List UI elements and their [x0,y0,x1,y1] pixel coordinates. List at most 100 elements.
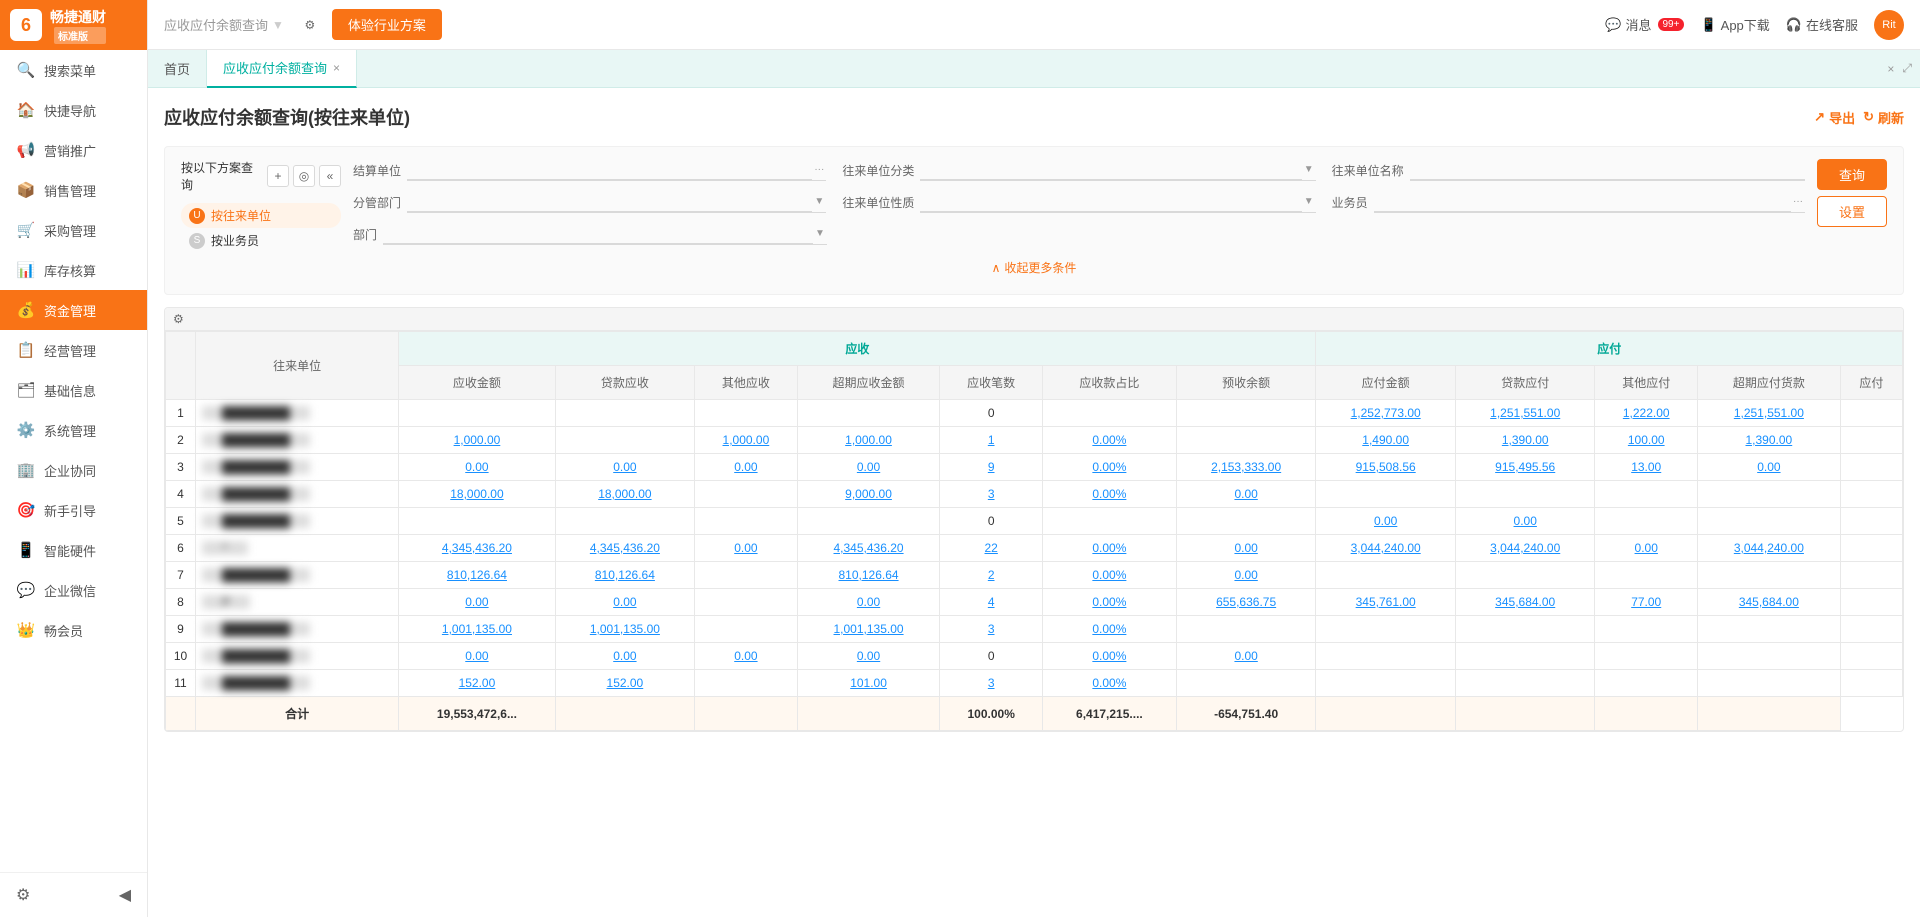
tab-close-icon[interactable]: × [333,61,340,75]
row-ar-count: 4 [940,589,1042,616]
division-label: 分管部门 [353,194,401,211]
app-download-button[interactable]: 📱 App下载 [1700,15,1769,34]
row-ar-amount [399,400,555,427]
collapse-label: 收起更多条件 [1004,259,1076,276]
sidebar-item-member[interactable]: 👑 畅会员 [0,610,147,650]
sidebar-item-basic-info[interactable]: 🗂 基础信息 [0,370,147,410]
row-ar-amount: 152.00 [399,670,555,697]
col-ap-other-header: 其他应付 [1595,366,1697,400]
division-down-icon[interactable]: ▼ [812,196,826,207]
footer-ar-ratio: 100.00% [940,697,1042,731]
add-filter-btn[interactable]: + [267,165,289,187]
collapse-filter-btn[interactable]: « [319,165,341,187]
col-ap-overdue-header: 超期应付货款 [1697,366,1840,400]
sidebar-item-enterprise[interactable]: 🏢 企业协同 [0,450,147,490]
service-button[interactable]: 🎧 在线客服 [1786,15,1858,34]
sidebar-item-sales[interactable]: 📦 销售管理 [0,170,147,210]
query-button[interactable]: 查询 [1817,159,1887,190]
service-label: 在线客服 [1806,15,1858,34]
quick-nav-icon: 🏠 [16,100,36,120]
sidebar-settings-btn[interactable]: ⚙ [16,885,30,905]
scheme-by-staff[interactable]: S 按业务员 [181,228,341,253]
partner-nature-input-wrap: ▼ [920,191,1315,213]
sidebar-item-wechat[interactable]: 💬 企业微信 [0,570,147,610]
row-ap-loan: 915,495.56 [1455,454,1595,481]
row-ap-col [1840,643,1902,670]
settlement-unit-more-icon[interactable]: ··· [812,164,826,175]
row-ar-advance: 655,636.75 [1176,589,1316,616]
sidebar-item-purchase[interactable]: 🛒 采购管理 [0,210,147,250]
message-label: 消息 [1625,15,1651,34]
sidebar-item-system[interactable]: ⚙️ 系统管理 [0,410,147,450]
department-input[interactable] [383,223,813,244]
tab-home[interactable]: 首页 [148,50,207,88]
row-ar-count: 2 [940,562,1042,589]
scheme-by-unit[interactable]: U 按往来单位 [181,203,341,228]
sidebar-label-enterprise: 企业协同 [44,461,96,480]
salesperson-input[interactable] [1374,191,1791,212]
row-ap-overdue: 345,684.00 [1697,589,1840,616]
sidebar-item-quick-nav[interactable]: 🏠 快捷导航 [0,90,147,130]
footer-label: 合计 [196,697,399,731]
smart-icon: 📱 [16,540,36,560]
row-ap-other: 13.00 [1595,454,1697,481]
field-department: 部门 ▼ [353,223,827,245]
set-button[interactable]: 设置 [1817,196,1887,227]
inventory-icon: 📊 [16,260,36,280]
sidebar-item-inventory[interactable]: 📊 库存核算 [0,250,147,290]
row-ar-loan: 152.00 [555,670,695,697]
partner-name-input[interactable] [1410,159,1805,180]
salesperson-more-icon[interactable]: ··· [1791,196,1805,207]
tab-close-window-icon[interactable]: × [1887,62,1894,76]
table-settings-icon[interactable]: ⚙ [173,312,184,326]
row-num: 11 [166,670,196,697]
filter-controls: + ◎ « [267,165,341,187]
row-ap-col [1840,454,1902,481]
tab-expand-icon[interactable]: ⤢ [1902,61,1912,76]
row-partner: ████████ [196,670,399,697]
partner-nature-down-icon[interactable]: ▼ [1302,196,1316,207]
export-button[interactable]: ↗ 导出 [1814,108,1855,127]
col-num-header [166,332,196,400]
col-ar-other-header: 其他应收 [695,366,797,400]
footer-empty1 [166,697,196,731]
partner-nature-input[interactable] [920,191,1301,212]
partner-category-input[interactable] [920,159,1301,180]
sidebar-item-smart[interactable]: 📱 智能硬件 [0,530,147,570]
promo-button[interactable]: 体验行业方案 [332,9,442,40]
row-ar-other: 1,000.00 [695,427,797,454]
settings-gear-icon[interactable]: ⚙ [296,11,324,39]
row-ar-amount: 810,126.64 [399,562,555,589]
config-filter-btn[interactable]: ◎ [293,165,315,187]
row-ar-other [695,616,797,643]
row-ap-amount: 3,044,240.00 [1316,535,1456,562]
sidebar-item-search[interactable]: 🔍 搜索菜单 [0,50,147,90]
col-ar-amount-header: 应收金额 [399,366,555,400]
collapse-bar[interactable]: ∧ 收起更多条件 [181,253,1887,282]
row-ar-count: 3 [940,616,1042,643]
settlement-unit-input[interactable] [407,159,812,180]
scheme-by-unit-dot: U [189,208,205,224]
user-avatar[interactable]: Rit [1874,10,1904,40]
row-partner: ████████ [196,643,399,670]
tab-ar-ap[interactable]: 应收应付余额查询 × [207,50,357,88]
logo-tag: 标准版 [54,27,106,44]
sidebar-item-finance[interactable]: 💰 资金管理 [0,290,147,330]
table-row: 10████████0.000.000.000.0000.00%0.00 [166,643,1903,670]
sidebar-item-marketing[interactable]: 📢 营销推广 [0,130,147,170]
refresh-button[interactable]: ↻ 刷新 [1863,108,1904,127]
partner-category-down-icon[interactable]: ▼ [1302,164,1316,175]
col-ar-ratio-header: 应收款占比 [1042,366,1176,400]
department-down-icon[interactable]: ▼ [813,228,827,239]
sidebar-item-guide[interactable]: 🎯 新手引导 [0,490,147,530]
logo-name: 畅捷通财 [50,7,106,27]
sidebar-collapse-btn[interactable]: ◀‍ [119,885,131,905]
sidebar-item-operation[interactable]: 📋 经营管理 [0,330,147,370]
filter-section-label: 按以下方案查询 [181,159,259,193]
row-num: 6 [166,535,196,562]
division-input[interactable] [407,191,812,212]
system-icon: ⚙️ [16,420,36,440]
sidebar-bottom: ⚙ ◀‍ [0,872,147,917]
tab-actions: × ⤢ [1887,61,1920,76]
message-button[interactable]: 💬 消息 99+ [1605,15,1684,34]
